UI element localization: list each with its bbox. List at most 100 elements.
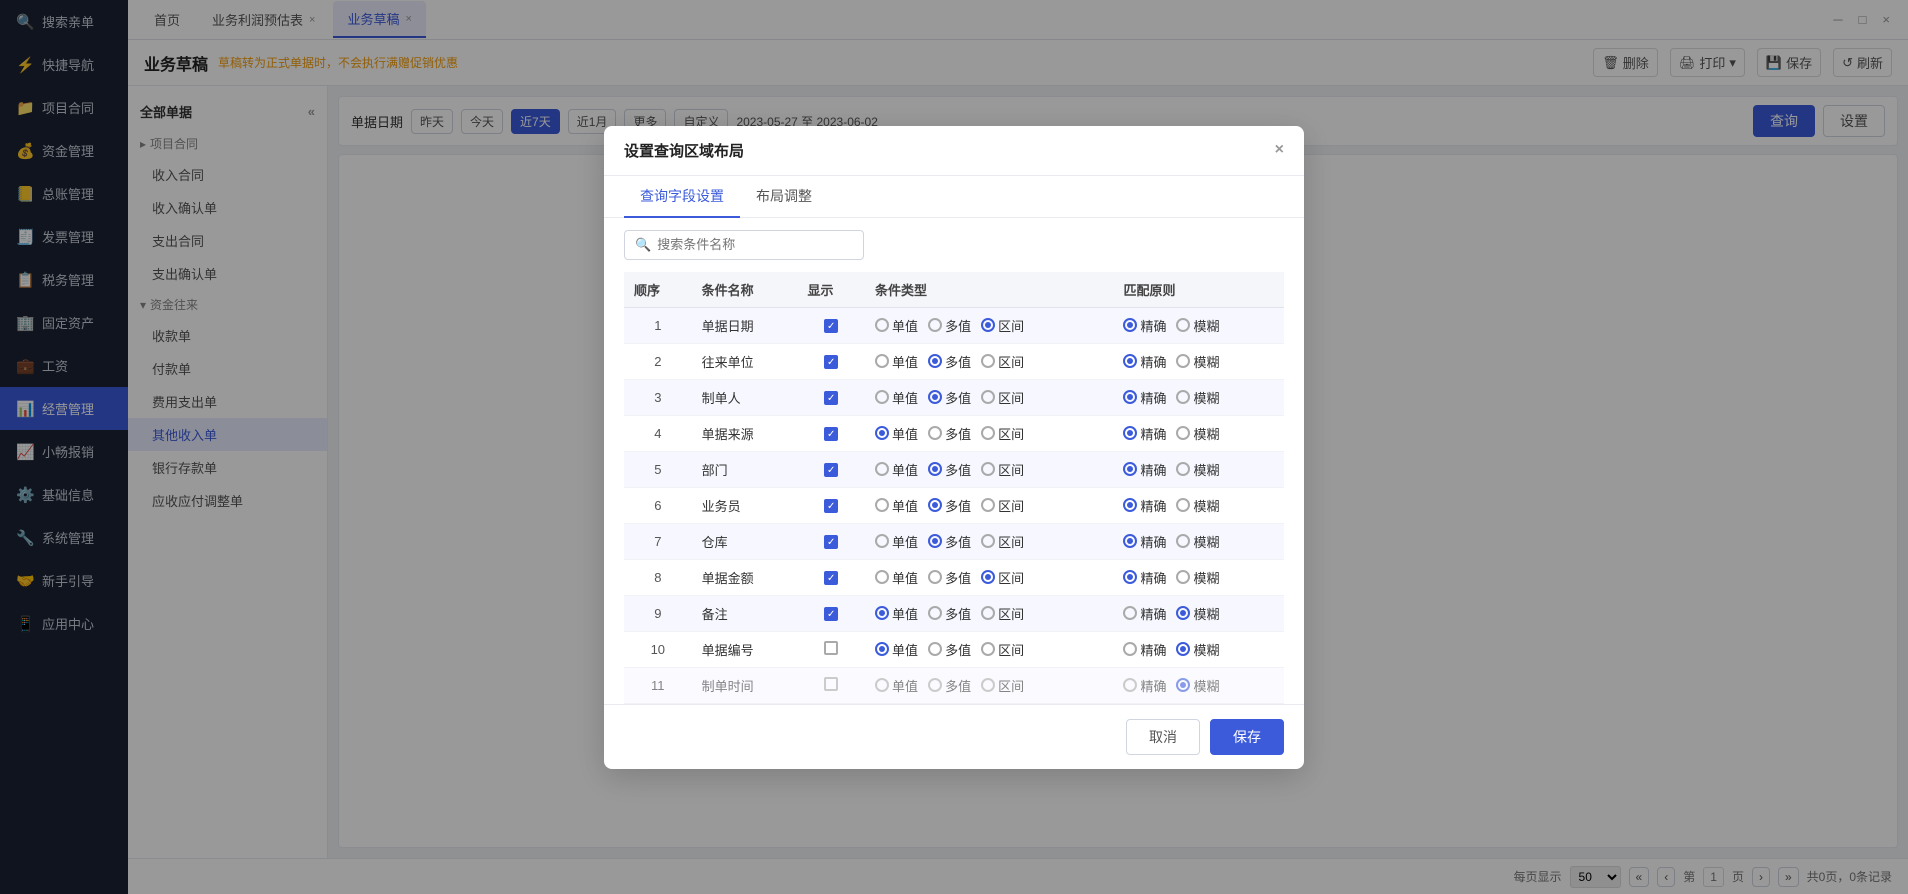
match-radio-match_fuzzy[interactable]: 模糊 [1176, 640, 1219, 659]
show-checkbox[interactable]: ✓ [824, 355, 838, 369]
type-radio-type_single[interactable]: 单值 [875, 640, 918, 659]
match-radio-match_exact[interactable]: 精确 [1123, 496, 1166, 515]
search-box: 🔍 [624, 230, 864, 260]
cancel-button[interactable]: 取消 [1126, 719, 1200, 755]
show-checkbox[interactable] [824, 641, 838, 655]
type-radio-type_range[interactable]: 区间 [981, 568, 1024, 587]
cell-type: 单值多值区间 [865, 451, 1113, 487]
dialog-search-area: 🔍 [604, 218, 1304, 272]
type-radio-type_range[interactable]: 区间 [981, 460, 1024, 479]
show-checkbox[interactable]: ✓ [824, 427, 838, 441]
match-radio-match_exact[interactable]: 精确 [1123, 352, 1166, 371]
show-checkbox[interactable] [824, 677, 838, 691]
show-checkbox[interactable]: ✓ [824, 319, 838, 333]
cell-name: 单据金额 [692, 559, 798, 595]
match-radio-match_fuzzy[interactable]: 模糊 [1176, 316, 1219, 335]
show-checkbox[interactable]: ✓ [824, 463, 838, 477]
type-radio-type_multi[interactable]: 多值 [928, 496, 971, 515]
type-radio-type_multi[interactable]: 多值 [928, 604, 971, 623]
table-row: 10单据编号单值多值区间精确模糊 [624, 631, 1284, 667]
show-checkbox[interactable]: ✓ [824, 499, 838, 513]
cell-name: 业务员 [692, 487, 798, 523]
cell-show[interactable]: ✓ [797, 523, 865, 559]
col-seq: 顺序 [624, 272, 692, 308]
table-row: 11制单时间单值多值区间精确模糊 [624, 667, 1284, 703]
cell-type: 单值多值区间 [865, 595, 1113, 631]
match-radio-match_fuzzy[interactable]: 模糊 [1176, 532, 1219, 551]
cell-show[interactable]: ✓ [797, 415, 865, 451]
cell-show[interactable]: ✓ [797, 343, 865, 379]
match-radio-match_exact[interactable]: 精确 [1123, 388, 1166, 407]
match-radio-match_exact[interactable]: 精确 [1123, 532, 1166, 551]
cell-match: 精确模糊 [1113, 595, 1284, 631]
match-radio-match_fuzzy[interactable]: 模糊 [1176, 352, 1219, 371]
table-row: 3制单人✓单值多值区间精确模糊 [624, 379, 1284, 415]
dialog-close-button[interactable]: × [1275, 141, 1284, 159]
col-match: 匹配原则 [1113, 272, 1284, 308]
type-radio-type_multi[interactable]: 多值 [928, 352, 971, 371]
match-radio-match_fuzzy[interactable]: 模糊 [1176, 568, 1219, 587]
type-radio-type_range[interactable]: 区间 [981, 424, 1024, 443]
type-radio-type_single[interactable]: 单值 [875, 496, 918, 515]
cell-show[interactable] [797, 667, 865, 703]
settings-dialog: 设置查询区域布局 × 查询字段设置 布局调整 🔍 顺序 [604, 126, 1304, 769]
type-radio-type_single[interactable]: 单值 [875, 568, 918, 587]
show-checkbox[interactable]: ✓ [824, 607, 838, 621]
match-radio-match_exact[interactable]: 精确 [1123, 460, 1166, 479]
match-radio-match_fuzzy[interactable]: 模糊 [1176, 424, 1219, 443]
match-radio-match_fuzzy[interactable]: 模糊 [1176, 388, 1219, 407]
cell-type: 单值多值区间 [865, 487, 1113, 523]
type-radio-type_multi[interactable]: 多值 [928, 388, 971, 407]
type-radio-type_single[interactable]: 单值 [875, 424, 918, 443]
cell-show[interactable]: ✓ [797, 559, 865, 595]
type-radio-type_range[interactable]: 区间 [981, 640, 1024, 659]
type-radio-type_range[interactable]: 区间 [981, 532, 1024, 551]
type-radio-type_single[interactable]: 单值 [875, 316, 918, 335]
type-radio-type_range[interactable]: 区间 [981, 496, 1024, 515]
search-input[interactable] [657, 237, 853, 252]
type-radio-type_multi[interactable]: 多值 [928, 316, 971, 335]
match-radio-match_exact[interactable]: 精确 [1123, 604, 1166, 623]
match-radio-match_fuzzy[interactable]: 模糊 [1176, 460, 1219, 479]
type-radio-type_single[interactable]: 单值 [875, 352, 918, 371]
match-radio-match_exact[interactable]: 精确 [1123, 640, 1166, 659]
cell-show[interactable]: ✓ [797, 379, 865, 415]
dialog-save-button[interactable]: 保存 [1210, 719, 1284, 755]
show-checkbox[interactable]: ✓ [824, 535, 838, 549]
type-radio-type_multi[interactable]: 多值 [928, 424, 971, 443]
cell-show[interactable]: ✓ [797, 487, 865, 523]
match-radio-match_exact[interactable]: 精确 [1123, 568, 1166, 587]
match-radio-match_exact[interactable]: 精确 [1123, 316, 1166, 335]
type-radio-type_single[interactable]: 单值 [875, 532, 918, 551]
type-radio-type_single[interactable]: 单值 [875, 460, 918, 479]
cell-seq: 5 [624, 451, 692, 487]
cell-name: 备注 [692, 595, 798, 631]
match-radio-match_fuzzy[interactable]: 模糊 [1176, 496, 1219, 515]
type-radio-type_single[interactable]: 单值 [875, 388, 918, 407]
tab-query-fields[interactable]: 查询字段设置 [624, 176, 740, 218]
tab-layout[interactable]: 布局调整 [740, 176, 828, 218]
cell-show[interactable]: ✓ [797, 451, 865, 487]
cell-show[interactable] [797, 631, 865, 667]
show-checkbox[interactable]: ✓ [824, 571, 838, 585]
cell-name: 往来单位 [692, 343, 798, 379]
match-radio-match_exact[interactable]: 精确 [1123, 424, 1166, 443]
type-radio-type_multi[interactable]: 多值 [928, 532, 971, 551]
type-radio-type_multi[interactable]: 多值 [928, 460, 971, 479]
type-radio-type_multi[interactable]: 多值 [928, 568, 971, 587]
show-checkbox[interactable]: ✓ [824, 391, 838, 405]
type-radio-type_single[interactable]: 单值 [875, 604, 918, 623]
type-radio-type_multi[interactable]: 多值 [928, 640, 971, 659]
dialog-table: 顺序 条件名称 显示 条件类型 匹配原则 1单据日期✓单值多值区间精确模糊2往来… [624, 272, 1284, 704]
type-radio-type_range[interactable]: 区间 [981, 316, 1024, 335]
cell-show[interactable]: ✓ [797, 307, 865, 343]
cell-seq: 6 [624, 487, 692, 523]
type-radio-type_range[interactable]: 区间 [981, 352, 1024, 371]
cell-match: 精确模糊 [1113, 415, 1284, 451]
cell-match: 精确模糊 [1113, 667, 1284, 703]
type-radio-type_range[interactable]: 区间 [981, 388, 1024, 407]
search-icon: 🔍 [635, 237, 651, 253]
cell-show[interactable]: ✓ [797, 595, 865, 631]
type-radio-type_range[interactable]: 区间 [981, 604, 1024, 623]
match-radio-match_fuzzy[interactable]: 模糊 [1176, 604, 1219, 623]
